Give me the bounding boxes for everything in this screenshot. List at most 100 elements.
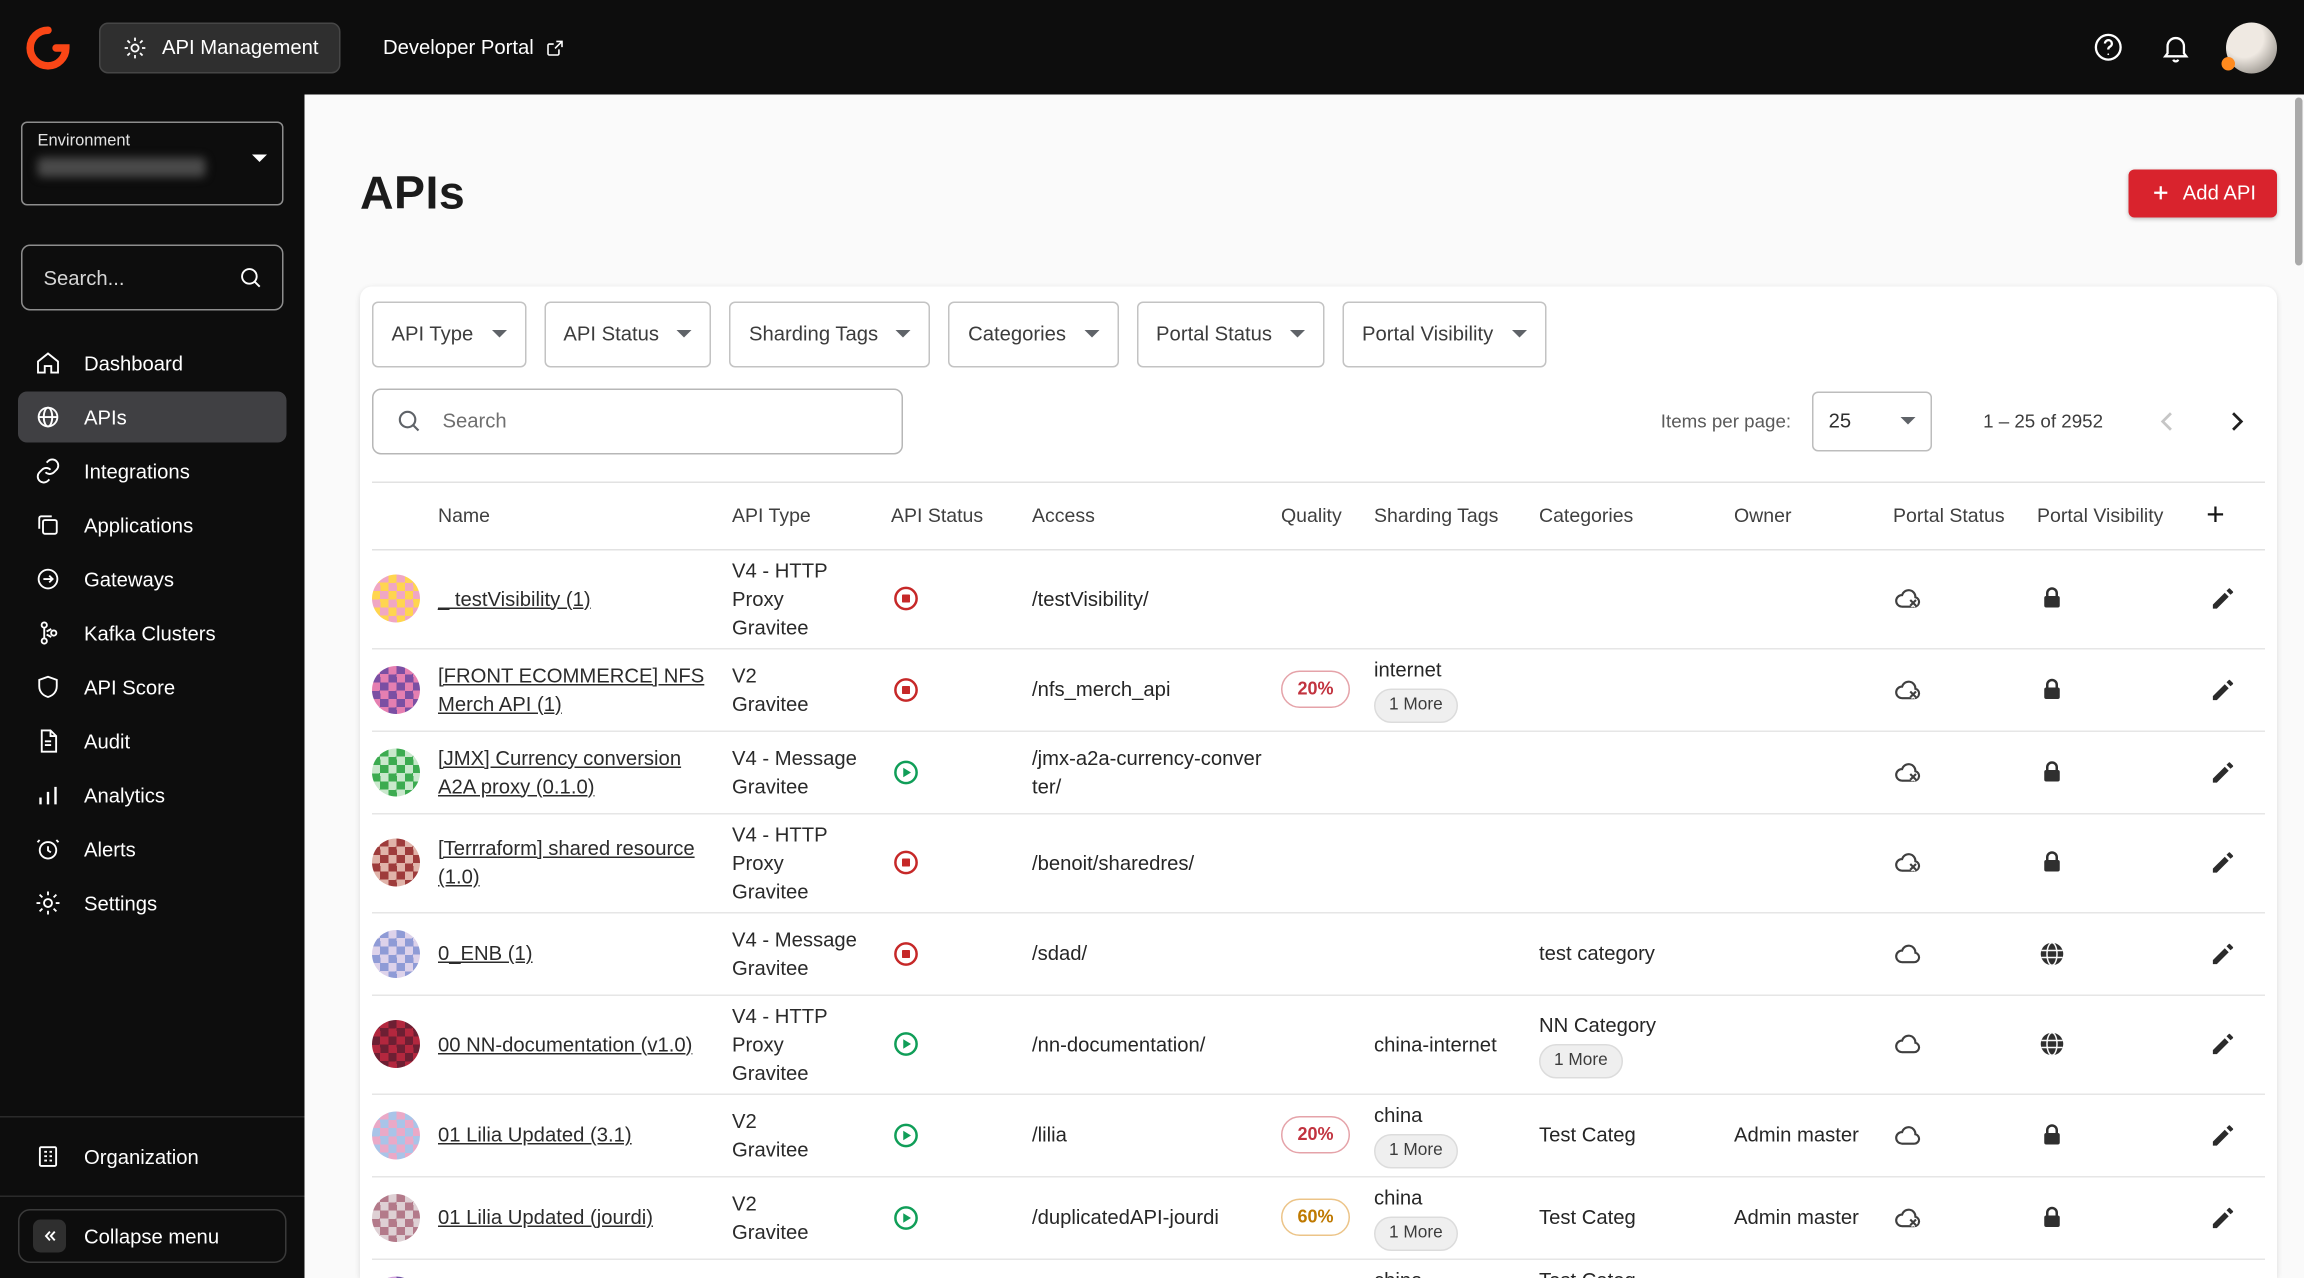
developer-portal-link[interactable]: Developer Portal xyxy=(383,36,565,59)
categories-cell: Test Categ xyxy=(1539,1123,1636,1147)
filter-api-type[interactable]: API Type xyxy=(372,300,526,367)
chevron-down-icon xyxy=(252,154,267,162)
portal-status-cell xyxy=(1893,848,2037,878)
portal-status-cell xyxy=(1893,1120,2037,1150)
collapse-menu-button[interactable]: Collapse menu xyxy=(18,1209,287,1263)
apis-icon xyxy=(37,406,59,428)
notifications-button[interactable] xyxy=(2159,30,2194,65)
filter-sharding-tags[interactable]: Sharding Tags xyxy=(729,300,931,367)
column-header-name: Name xyxy=(438,503,491,526)
sidebar-item-label: API Score xyxy=(84,675,176,699)
portal-visibility-cell xyxy=(2037,1202,2181,1232)
api-name-link[interactable]: 00 NN-documentation (v1.0) xyxy=(438,1033,692,1056)
table-search-input[interactable] xyxy=(439,408,881,434)
filter-portal-status[interactable]: Portal Status xyxy=(1136,300,1325,367)
sidebar-item-applications[interactable]: Applications xyxy=(18,500,287,551)
portal-unpublished-cloud-x-icon xyxy=(1895,762,1921,781)
sidebar-item-label: Applications xyxy=(84,513,194,537)
environment-value xyxy=(37,157,206,177)
sidebar-item-label: Kafka Clusters xyxy=(84,621,216,645)
items-per-page-label: Items per page: xyxy=(1660,410,1792,432)
portal-status-cell xyxy=(1893,757,2037,787)
sidebar-item-alerts[interactable]: Alerts xyxy=(18,824,287,875)
api-name-link[interactable]: _ testVisibility (1) xyxy=(438,587,591,610)
api-type-cell: V4 - HTTP Proxy Gravitee xyxy=(732,1004,828,1084)
sidebar-item-api-score[interactable]: API Score xyxy=(18,662,287,713)
sidebar-item-integrations[interactable]: Integrations xyxy=(18,446,287,497)
edit-api-button[interactable] xyxy=(2205,935,2241,971)
api-name-link[interactable]: [FRONT ECOMMERCE] NFS Merch API (1) xyxy=(438,664,704,715)
portal-status-cell xyxy=(1893,1029,2037,1059)
chevron-left-icon xyxy=(2160,411,2172,431)
edit-api-button[interactable] xyxy=(2205,845,2241,881)
sidebar-search-input[interactable] xyxy=(40,264,225,291)
sharding-tags-cell: internet 1 More xyxy=(1374,656,1539,724)
api-name-link[interactable]: 01 Lilia Updated (3.1) xyxy=(438,1124,632,1147)
lock-icon xyxy=(2044,851,2060,872)
organization-icon xyxy=(38,1146,58,1167)
api-name-link[interactable]: 01 Lilia Updated (jourdi) xyxy=(438,1206,653,1229)
table-row: 01 Lilia Updated (jourdi) V2 Gravitee/dupl… xyxy=(372,1177,2265,1260)
previous-page-button[interactable] xyxy=(2148,401,2187,440)
sidebar-item-apis[interactable]: APIs xyxy=(18,391,287,443)
sidebar-item-kafka-clusters[interactable]: Kafka Clusters xyxy=(18,608,287,659)
filter-api-status[interactable]: API Status xyxy=(543,300,712,367)
column-header-sharding-tags: Sharding Tags xyxy=(1374,503,1499,526)
shield-icon xyxy=(38,675,58,698)
quality-badge: 20% xyxy=(1281,670,1351,709)
help-button[interactable] xyxy=(2091,30,2126,65)
access-cell: /nn-documentation/ xyxy=(1032,1032,1206,1056)
api-name-link[interactable]: [Terrraform] shared resource (1.0) xyxy=(438,837,695,888)
table-row: [Terrraform] shared resource (1.0) V4 - H… xyxy=(372,814,2265,913)
sidebar-item-dashboard[interactable]: Dashboard xyxy=(18,338,287,389)
scrollbar[interactable] xyxy=(2295,97,2303,266)
add-api-button[interactable]: Add API xyxy=(2128,169,2277,218)
filter-portal-visibility[interactable]: Portal Visibility xyxy=(1342,300,1546,367)
lock-icon xyxy=(2044,1206,2060,1227)
edit-api-button[interactable] xyxy=(2205,1026,2241,1062)
sidebar-item-organization[interactable]: Organization xyxy=(18,1128,287,1185)
gear-icon xyxy=(124,36,146,58)
api-status-cell xyxy=(891,848,1032,878)
home-icon xyxy=(37,352,59,374)
kafka-icon xyxy=(40,621,58,645)
table-body: _ testVisibility (1) V4 - HTTP Proxy Gravi… xyxy=(372,550,2265,1278)
environment-select[interactable]: Environment xyxy=(21,121,284,206)
api-status-stopped-icon xyxy=(894,677,918,702)
apis-card: API Type API Status Sharding Tags Catego… xyxy=(360,285,2277,1278)
sidebar-item-settings[interactable]: Settings xyxy=(18,878,287,929)
api-name-link[interactable]: 0_ENB (1) xyxy=(438,942,533,965)
api-avatar xyxy=(372,1110,420,1159)
pagination-range: 1 – 25 of 2952 xyxy=(1983,410,2103,432)
api-name-link[interactable]: [JMX] Currency conversion A2A proxy (0.1… xyxy=(438,746,681,797)
sidebar-item-label: Dashboard xyxy=(84,351,184,375)
sidebar-item-audit[interactable]: Audit xyxy=(18,716,287,767)
portal-visibility-cell xyxy=(2037,1120,2181,1150)
add-column-button[interactable]: + xyxy=(2200,500,2230,532)
applications-icon xyxy=(38,515,58,535)
edit-api-button[interactable] xyxy=(2205,1199,2241,1235)
sidebar-item-label: Audit xyxy=(84,729,131,753)
lock-icon xyxy=(2044,587,2060,608)
edit-api-button[interactable] xyxy=(2205,581,2241,617)
api-status-cell xyxy=(891,1029,1032,1059)
help-icon xyxy=(2094,33,2122,61)
edit-icon xyxy=(2212,852,2234,873)
api-status-stopped-icon xyxy=(894,850,918,875)
next-page-button[interactable] xyxy=(2217,401,2256,440)
sidebar-item-gateways[interactable]: Gateways xyxy=(18,554,287,605)
environment-label: Environment xyxy=(37,132,131,150)
collapse-menu-label: Collapse menu xyxy=(84,1224,220,1248)
api-management-button[interactable]: API Management xyxy=(99,21,341,73)
edit-api-button[interactable] xyxy=(2205,671,2241,707)
filter-categories[interactable]: Categories xyxy=(948,300,1119,367)
user-avatar[interactable] xyxy=(2221,21,2277,73)
items-per-page-select[interactable]: 25 xyxy=(1812,390,1933,451)
portal-visibility-cell xyxy=(2037,848,2181,878)
column-header-portal-status: Portal Status xyxy=(1893,503,2005,526)
portal-published-cloud-icon xyxy=(1895,1034,1921,1054)
edit-api-button[interactable] xyxy=(2205,1117,2241,1153)
sidebar-item-analytics[interactable]: Analytics xyxy=(18,770,287,821)
portal-status-cell xyxy=(1893,938,2037,968)
edit-api-button[interactable] xyxy=(2205,754,2241,790)
